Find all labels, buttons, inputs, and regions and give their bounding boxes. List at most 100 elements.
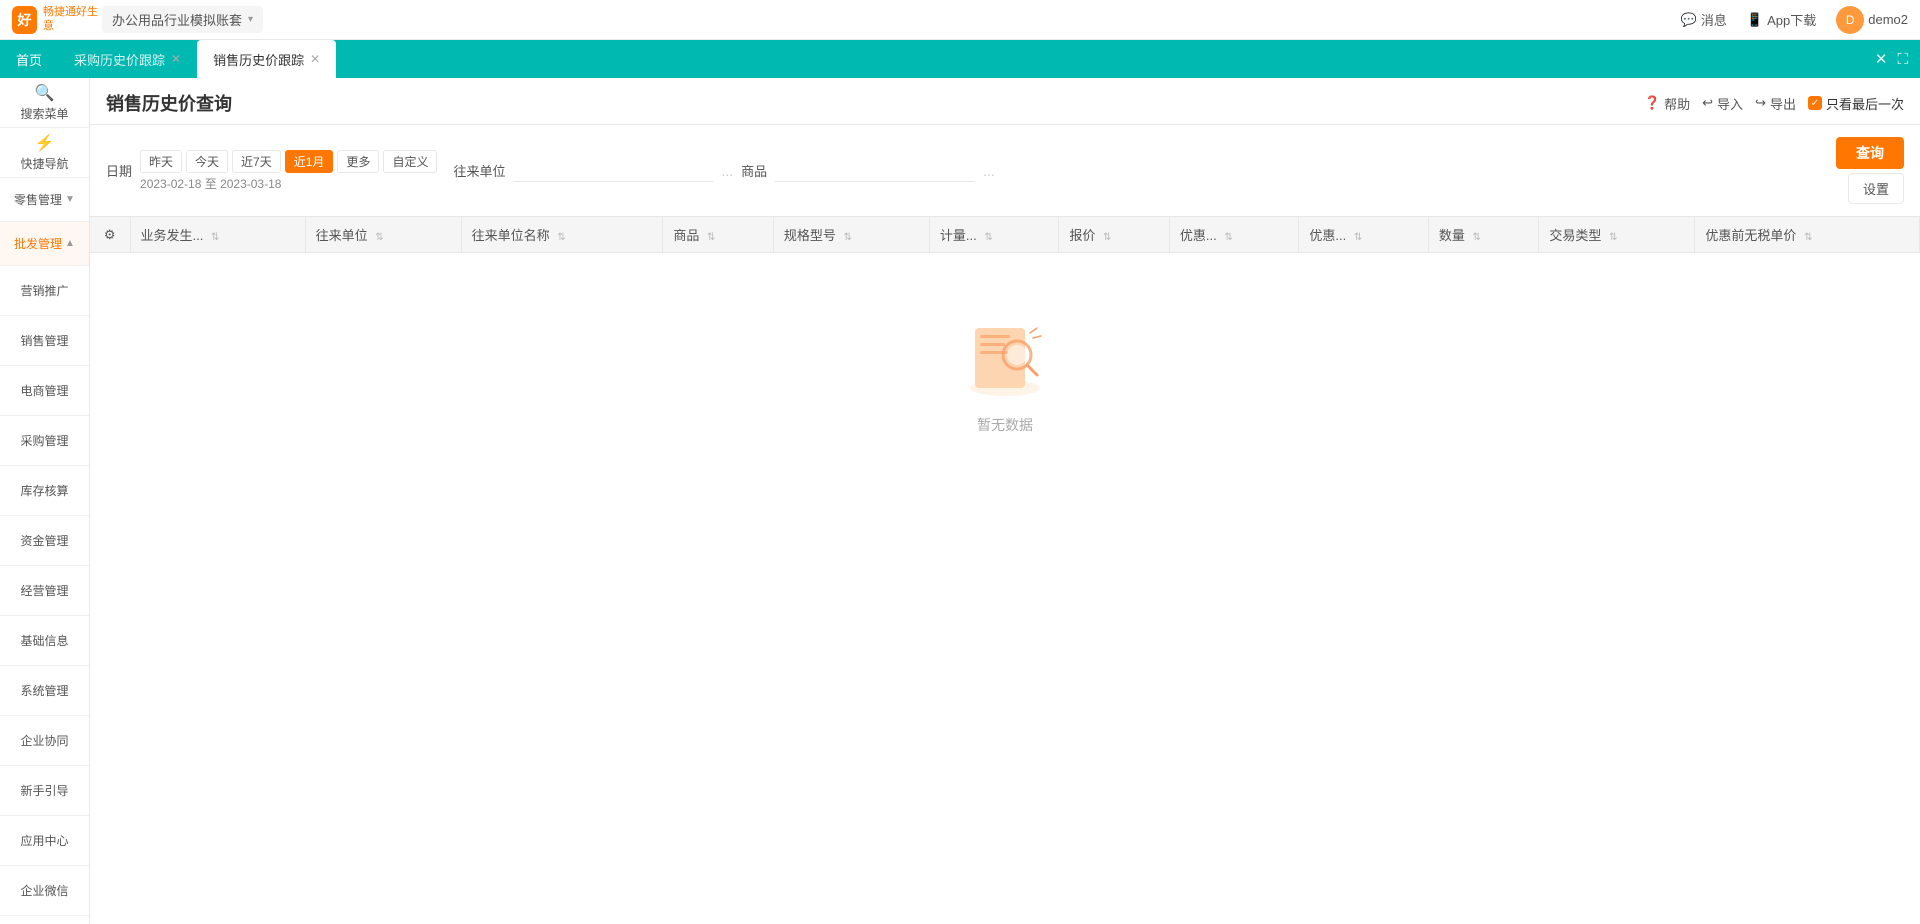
close-tab-icon[interactable]: ✕ [1875, 50, 1888, 68]
import-button[interactable]: ↩ 导入 [1702, 94, 1743, 113]
date-btn-more[interactable]: 更多 [337, 150, 379, 173]
marketing-label: 营销推广 [20, 282, 68, 299]
table-th-quote[interactable]: 报价 ⇅ [1059, 217, 1170, 253]
avatar: D [1836, 6, 1864, 34]
table-th-pre-tax[interactable]: 优惠前无税单价 ⇅ [1695, 217, 1920, 253]
sort-discount1-icon: ⇅ [1224, 232, 1232, 243]
main-layout: 🔍 搜索菜单 ⚡ 快捷导航 零售管理 ▼ 批发管理 ▲ 营销推广 销售管理 电商… [0, 78, 1920, 924]
sidebar-item-finance[interactable]: 资金管理 [0, 516, 89, 566]
message-icon: 💬 [1681, 12, 1697, 28]
retail-label: 零售管理 [14, 191, 62, 208]
table-th-discount1[interactable]: 优惠... ⇅ [1169, 217, 1298, 253]
sidebar-item-purchase[interactable]: 采购管理 [0, 416, 89, 466]
table-th-unit[interactable]: 计量... ⇅ [929, 217, 1058, 253]
sidebar-item-operations[interactable]: 经营管理 [0, 566, 89, 616]
sidebar-item-enterprise[interactable]: 企业协同 [0, 716, 89, 766]
user-profile[interactable]: D demo2 [1836, 6, 1908, 34]
top-header: 好 畅捷通好生意 办公用品行业模拟账套 ▾ 💬 消息 📱 App下载 D dem… [0, 0, 1920, 40]
spec-label: 规格型号 [784, 228, 836, 243]
query-button[interactable]: 查询 [1836, 137, 1904, 169]
sidebar-item-wholesale[interactable]: 批发管理 ▲ [0, 222, 89, 266]
sidebar-item-basic[interactable]: 基础信息 [0, 616, 89, 666]
import-icon: ↩ [1702, 95, 1713, 111]
sidebar-item-inventory[interactable]: 库存核算 [0, 466, 89, 516]
sidebar-item-retail[interactable]: 零售管理 ▼ [0, 178, 89, 222]
app-label: App下载 [1767, 10, 1816, 29]
date-btn-custom[interactable]: 自定义 [383, 150, 437, 173]
date-btn-yesterday[interactable]: 昨天 [140, 150, 182, 173]
product-dots-button[interactable]: ... [983, 163, 995, 179]
partner-input[interactable] [513, 160, 713, 182]
purchase-history-tab-label: 采购历史价跟踪 [74, 50, 165, 69]
export-button[interactable]: ↪ 导出 [1755, 94, 1796, 113]
sidebar-item-marketing[interactable]: 营销推广 [0, 266, 89, 316]
message-button[interactable]: 💬 消息 [1681, 10, 1727, 29]
sidebar-item-apps[interactable]: 应用中心 [0, 816, 89, 866]
date-btn-today[interactable]: 今天 [186, 150, 228, 173]
table-th-spec[interactable]: 规格型号 ⇅ [773, 217, 929, 253]
tab-sales-history[interactable]: 销售历史价跟踪 ✕ [197, 40, 336, 78]
workspace-selector[interactable]: 办公用品行业模拟账套 ▾ [102, 6, 263, 33]
table-th-settings[interactable]: ⚙ [90, 217, 130, 253]
sidebar-item-system[interactable]: 系统管理 [0, 666, 89, 716]
tab-purchase-history[interactable]: 采购历史价跟踪 ✕ [58, 40, 197, 78]
empty-illustration [955, 313, 1055, 403]
only-last-checkbox[interactable]: ✓ 只看最后一次 [1808, 94, 1904, 113]
tab-bar: 首页 采购历史价跟踪 ✕ 销售历史价跟踪 ✕ ✕ ⛶ [0, 40, 1920, 78]
discount2-label: 优惠... [1309, 228, 1346, 243]
sidebar-item-member[interactable]: 畅会员 [0, 916, 89, 924]
chevron-down-retail-icon: ▼ [65, 194, 75, 205]
maximize-icon[interactable]: ⛶ [1897, 51, 1908, 68]
ecommerce-label: 电商管理 [20, 382, 68, 399]
settings-button[interactable]: 设置 [1848, 173, 1904, 204]
table-th-biz-date[interactable]: 业务发生... ⇅ [130, 217, 305, 253]
product-input[interactable] [775, 160, 975, 182]
table-th-partner-code[interactable]: 往来单位 ⇅ [305, 217, 461, 253]
close-sales-history-tab[interactable]: ✕ [310, 53, 320, 65]
tab-home[interactable]: 首页 [0, 40, 58, 78]
table-th-discount2[interactable]: 优惠... ⇅ [1299, 217, 1428, 253]
apps-label: 应用中心 [20, 832, 68, 849]
partner-dots-button[interactable]: ... [721, 163, 733, 179]
sidebar-item-sales[interactable]: 销售管理 [0, 316, 89, 366]
unit-label: 计量... [940, 228, 977, 243]
page-header: 销售历史价查询 ❓ 帮助 ↩ 导入 ↪ 导出 ✓ 只看最后一次 [90, 78, 1920, 125]
table-th-product[interactable]: 商品 ⇅ [663, 217, 774, 253]
date-btn-1month[interactable]: 近1月 [285, 150, 334, 173]
sidebar-item-wechat[interactable]: 企业微信 [0, 866, 89, 916]
page-actions: ❓ 帮助 ↩ 导入 ↪ 导出 ✓ 只看最后一次 [1644, 94, 1904, 113]
sidebar-item-shortcut[interactable]: ⚡ 快捷导航 [0, 128, 89, 178]
app-download-button[interactable]: 📱 App下载 [1747, 10, 1816, 29]
sidebar-item-ecommerce[interactable]: 电商管理 [0, 366, 89, 416]
table-th-qty[interactable]: 数量 ⇅ [1428, 217, 1539, 253]
sort-pre-tax-icon: ⇅ [1804, 232, 1812, 243]
help-button[interactable]: ❓ 帮助 [1644, 94, 1690, 113]
partner-label: 往来单位 [453, 161, 505, 180]
data-table: ⚙ 业务发生... ⇅ 往来单位 ⇅ 往来单位名称 ⇅ [90, 217, 1920, 253]
date-filter-col: 昨天 今天 近7天 近1月 更多 自定义 2023-02-18 至 2023-0… [140, 150, 437, 192]
workspace-label: 办公用品行业模拟账套 [112, 10, 242, 29]
table-th-trade-type[interactable]: 交易类型 ⇅ [1539, 217, 1695, 253]
partner-filter-group: 往来单位 ... 商品 ... [453, 160, 1820, 182]
sort-unit-icon: ⇅ [984, 232, 992, 243]
table-th-partner-name[interactable]: 往来单位名称 ⇅ [461, 217, 663, 253]
logo-icon: 好 [12, 6, 37, 34]
phone-icon: 📱 [1747, 12, 1763, 28]
finance-label: 资金管理 [20, 532, 68, 549]
sort-product-icon: ⇅ [707, 232, 715, 243]
date-buttons: 昨天 今天 近7天 近1月 更多 自定义 [140, 150, 437, 173]
product-label: 商品 [741, 161, 767, 180]
checkbox-icon: ✓ [1808, 96, 1822, 110]
sort-quote-icon: ⇅ [1103, 232, 1111, 243]
sales-label: 销售管理 [20, 332, 68, 349]
sidebar-item-search[interactable]: 🔍 搜索菜单 [0, 78, 89, 128]
sidebar-item-guide[interactable]: 新手引导 [0, 766, 89, 816]
sort-biz-date-icon: ⇅ [211, 232, 219, 243]
basic-label: 基础信息 [20, 632, 68, 649]
date-btn-7days[interactable]: 近7天 [232, 150, 281, 173]
close-purchase-history-tab[interactable]: ✕ [171, 53, 181, 65]
qty-label: 数量 [1439, 228, 1465, 243]
settings-icon: ⚙ [104, 227, 116, 242]
logo-area: 好 畅捷通好生意 [12, 6, 102, 34]
product-col-label: 商品 [673, 228, 699, 243]
